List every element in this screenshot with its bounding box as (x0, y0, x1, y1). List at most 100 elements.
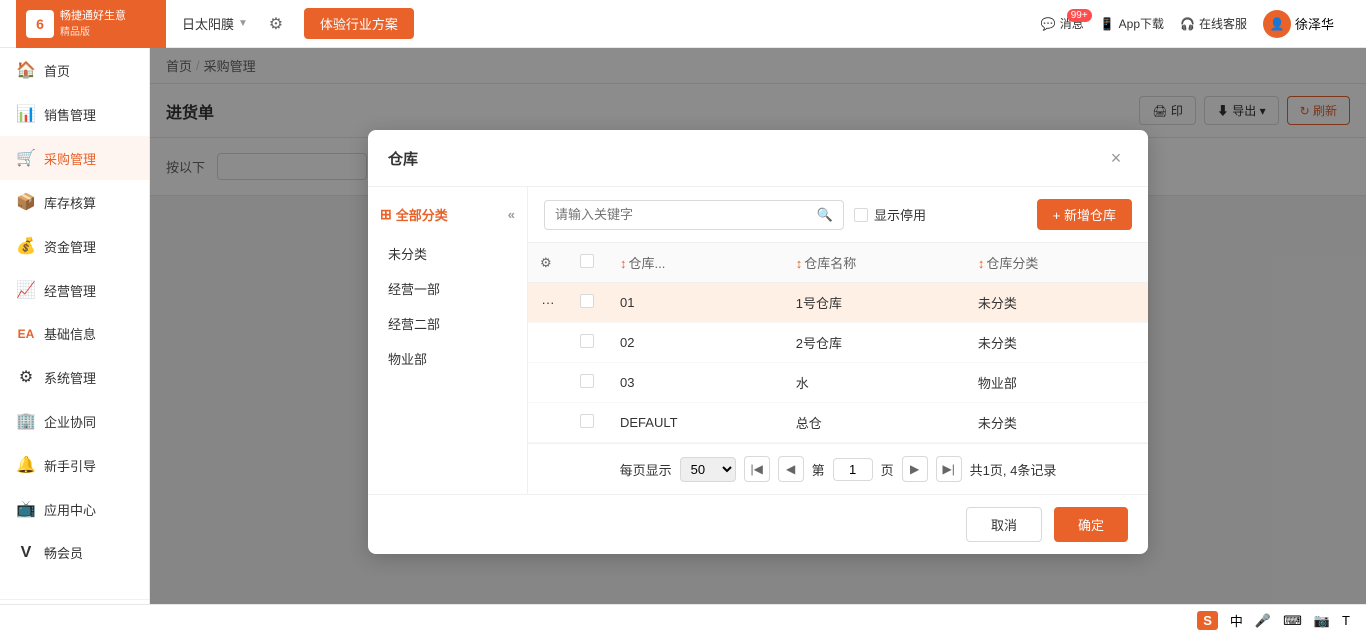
col-code-header: ↕仓库... (608, 243, 784, 283)
member-icon: V (16, 544, 36, 562)
sidebar-label-purchase: 采购管理 (44, 149, 96, 168)
sidebar-item-inventory[interactable]: 📦 库存核算 (0, 180, 149, 224)
user-avatar-area[interactable]: 👤 徐泽华 (1263, 10, 1334, 38)
sidebar-item-basic-info[interactable]: EA 基础信息 (0, 312, 149, 355)
next-page-button[interactable]: ▶ (902, 456, 928, 482)
modal-close-button[interactable]: × (1104, 146, 1128, 170)
row-1-checkbox[interactable] (580, 294, 594, 308)
row-4-checkbox[interactable] (580, 414, 594, 428)
store-selector[interactable]: 日太阳膜 ▼ (182, 14, 248, 33)
table-row[interactable]: 02 2号仓库 未分类 (528, 323, 1148, 363)
modal-title: 仓库 (388, 148, 418, 169)
cancel-button[interactable]: 取消 (966, 507, 1042, 542)
top-header: 6 畅捷通好生意 精品版 日太阳膜 ▼ ⚙ 体验行业方案 💬 消息 99+ 📱 … (0, 0, 1366, 48)
logo-area: 6 畅捷通好生意 精品版 (16, 0, 166, 48)
row-checkbox-cell[interactable] (568, 403, 608, 443)
keyboard-icon[interactable]: ⌨ (1283, 613, 1302, 629)
sidebar-label-home: 首页 (44, 61, 70, 80)
headset-icon: 🎧 (1180, 17, 1195, 31)
show-disabled-toggle[interactable]: 显示停用 (854, 205, 926, 224)
sidebar-item-sales[interactable]: 📊 销售管理 (0, 92, 149, 136)
messages-badge: 99+ (1067, 9, 1092, 22)
prev-page-button[interactable]: ◀ (778, 456, 804, 482)
table-row[interactable]: 03 水 物业部 (528, 363, 1148, 403)
page-number-input[interactable] (833, 458, 873, 481)
row-3-checkbox[interactable] (580, 374, 594, 388)
search-icon[interactable]: 🔍 (807, 201, 843, 229)
sidebar-label-sales: 销售管理 (44, 105, 96, 124)
row-checkbox-cell[interactable] (568, 323, 608, 363)
online-service-button[interactable]: 🎧 在线客服 (1180, 15, 1247, 32)
last-page-button[interactable]: ▶| (936, 456, 962, 482)
gear-col-icon: ⚙ (540, 255, 552, 270)
sidebar-item-finance[interactable]: 💰 资金管理 (0, 224, 149, 268)
sidebar-label-finance: 资金管理 (44, 237, 96, 256)
row-name-cell: 水 (784, 363, 966, 403)
page-suffix: 页 (881, 460, 894, 479)
camera-icon[interactable]: 📷 (1314, 613, 1330, 629)
sidebar-item-member[interactable]: V 畅会员 (0, 531, 149, 574)
show-disabled-checkbox[interactable] (854, 208, 868, 222)
messages-button[interactable]: 💬 消息 99+ (1041, 15, 1084, 32)
inventory-icon: 📦 (16, 192, 36, 212)
modal-sidebar-item-property[interactable]: 物业部 (368, 341, 527, 376)
total-label: 共1页, 4条记录 (970, 460, 1057, 479)
system-icon: ⚙ (16, 367, 36, 387)
try-industry-button[interactable]: 体验行业方案 (304, 8, 414, 39)
modal-sidebar-item-dept1[interactable]: 经营一部 (368, 271, 527, 306)
sidebar-item-purchase[interactable]: 🛒 采购管理 (0, 136, 149, 180)
sidebar-item-app-center[interactable]: 📺 应用中心 (0, 487, 149, 531)
logo-text: 畅捷通好生意 (60, 9, 126, 23)
row-name-cell: 1号仓库 (784, 283, 966, 323)
main-layout: 🏠 首页 📊 销售管理 🛒 采购管理 📦 库存核算 💰 资金管理 📈 经营管理 … (0, 48, 1366, 636)
modal-sidebar-item-uncategorized[interactable]: 未分类 (368, 236, 527, 271)
row-code-cell: DEFAULT (608, 403, 784, 443)
warehouse-search-input[interactable] (545, 201, 807, 228)
row-checkbox-cell[interactable] (568, 363, 608, 403)
sidebar-label-inventory: 库存核算 (44, 193, 96, 212)
bottom-right: S 中 🎤 ⌨ 📷 T (1197, 611, 1350, 630)
select-all-checkbox[interactable] (580, 254, 594, 268)
app-download-button[interactable]: 📱 App下载 (1100, 15, 1164, 32)
row-gear-cell (528, 403, 568, 443)
table-row[interactable]: ··· 01 1号仓库 未分类 (528, 283, 1148, 323)
confirm-button[interactable]: 确定 (1054, 507, 1128, 542)
chinese-input-label: 中 (1230, 611, 1243, 630)
table-row[interactable]: DEFAULT 总仓 未分类 (528, 403, 1148, 443)
sidebar-label-enterprise: 企业协同 (44, 412, 96, 431)
all-categories-label[interactable]: 全部分类 (396, 205, 448, 224)
sidebar-item-enterprise[interactable]: 🏢 企业协同 (0, 399, 149, 443)
row-code-cell: 03 (608, 363, 784, 403)
header-right: 💬 消息 99+ 📱 App下载 🎧 在线客服 👤 徐泽华 (1041, 10, 1350, 38)
guide-icon: 🔔 (16, 455, 36, 475)
store-name: 日太阳膜 (182, 14, 234, 33)
first-page-button[interactable]: |◀ (744, 456, 770, 482)
app-center-icon: 📺 (16, 499, 36, 519)
sidebar-label-app-center: 应用中心 (44, 500, 96, 519)
property-label: 物业部 (388, 352, 427, 367)
row-category-cell: 未分类 (966, 323, 1148, 363)
row-2-checkbox[interactable] (580, 334, 594, 348)
row-gear-cell (528, 363, 568, 403)
sidebar-item-system[interactable]: ⚙ 系统管理 (0, 355, 149, 399)
sidebar-item-operations[interactable]: 📈 经营管理 (0, 268, 149, 312)
sidebar-item-home[interactable]: 🏠 首页 (0, 48, 149, 92)
sidebar-label-member: 畅会员 (44, 543, 83, 562)
modal-pagination: 每页显示 50 100 200 |◀ ◀ 第 页 ▶ (528, 443, 1148, 494)
text-icon[interactable]: T (1342, 613, 1350, 628)
row-gear-cell: ··· (528, 283, 568, 323)
row-checkbox-cell[interactable] (568, 283, 608, 323)
modal-sidebar-item-dept2[interactable]: 经营二部 (368, 306, 527, 341)
gear-button[interactable]: ⚙ (260, 8, 292, 40)
add-warehouse-button[interactable]: + 新增仓库 (1037, 199, 1132, 230)
per-page-select[interactable]: 50 100 200 (680, 457, 736, 482)
collapse-sidebar-button[interactable]: « (508, 207, 515, 222)
sales-icon: 📊 (16, 104, 36, 124)
chevron-down-icon: ▼ (238, 18, 248, 29)
warehouse-modal: 仓库 × ⊞ 全部分类 « (368, 130, 1148, 554)
app-label: App下载 (1119, 15, 1164, 32)
mic-icon[interactable]: 🎤 (1255, 613, 1271, 629)
sidebar-item-guide[interactable]: 🔔 新手引导 (0, 443, 149, 487)
row-category-cell: 未分类 (966, 283, 1148, 323)
dept2-label: 经营二部 (388, 317, 440, 332)
